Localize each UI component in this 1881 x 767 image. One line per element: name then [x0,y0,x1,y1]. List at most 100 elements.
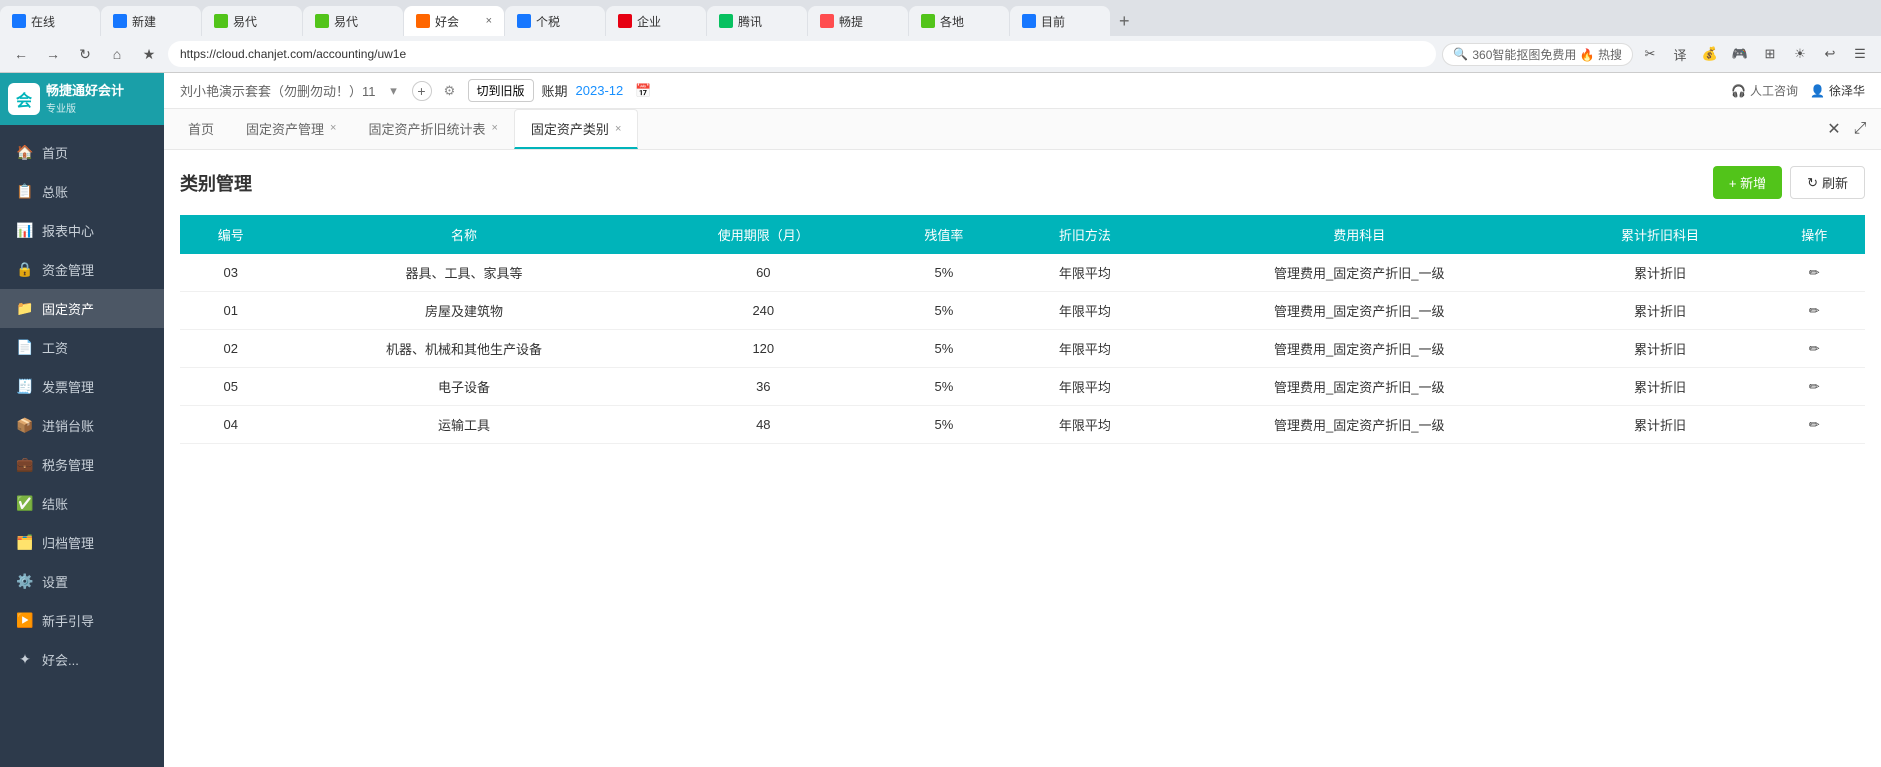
sidebar-item-more[interactable]: ✦好会... [0,640,164,679]
sidebar-item-ledger[interactable]: 📋总账 [0,172,164,211]
brightness-button[interactable]: ☀ [1787,41,1813,67]
cell-expense: 管理费用_固定资产折旧_一级 [1162,330,1557,368]
new-tab-button[interactable]: + [1111,7,1138,36]
sidebar-item-salary[interactable]: 📄工资 [0,328,164,367]
cell-name: 电子设备 [281,368,646,406]
browser-tab-t4[interactable]: 易代 [303,6,403,36]
period-value: 2023-12 [576,83,624,98]
cell-residual: 5% [880,406,1008,444]
sidebar-item-checkout[interactable]: ✅结账 [0,484,164,523]
browser-tab-t11[interactable]: 目前 [1010,6,1110,36]
address-input[interactable] [168,41,1436,67]
browser-tab-t6[interactable]: 个税 [505,6,605,36]
browser-tab-t2[interactable]: 新建 [101,6,201,36]
reload-button[interactable]: ↻ [72,41,98,67]
cut-button[interactable]: ✂ [1637,41,1663,67]
sidebar-logo-sub: 专业版 [46,100,124,115]
calendar-icon[interactable]: 📅 [635,83,651,99]
nav-label-checkout: 结账 [42,494,68,513]
content-tab-label-fixed_mgmt: 固定资产管理 [246,119,324,138]
sidebar-item-home[interactable]: 🏠首页 [0,133,164,172]
content-tab-category[interactable]: 固定资产类别× [514,109,638,149]
sidebar-item-report[interactable]: 📊报表中心 [0,211,164,250]
service-button[interactable]: 🎧 人工咨询 [1731,82,1798,99]
cell-code: 02 [180,330,281,368]
sidebar-item-fund[interactable]: 🔒资金管理 [0,250,164,289]
tab-favicon-t5 [416,14,430,28]
browser-tab-t8[interactable]: 腾讯 [707,6,807,36]
sidebar-item-tax[interactable]: 💼税务管理 [0,445,164,484]
content-tab-close-fixed_mgmt[interactable]: × [330,122,336,134]
search-bar[interactable]: 🔍 360智能抠图免费用 🔥 热搜 [1442,43,1633,66]
menu-button[interactable]: ☰ [1847,41,1873,67]
grid-button[interactable]: ⊞ [1757,41,1783,67]
period-label: 账期 [542,81,568,100]
cell-expense: 管理费用_固定资产折旧_一级 [1162,368,1557,406]
sidebar-item-guide[interactable]: ▶️新手引导 [0,601,164,640]
browser-tab-t3[interactable]: 易代 [202,6,302,36]
game-button[interactable]: 🎮 [1727,41,1753,67]
table-row: 02机器、机械和其他生产设备1205%年限平均管理费用_固定资产折旧_一级累计折… [180,330,1865,368]
page-title: 类别管理 [180,170,252,196]
close-panel-button[interactable]: ✕ [1821,116,1847,142]
edit-button[interactable]: ✏ [1763,368,1865,406]
browser-tab-t9[interactable]: 畅提 [808,6,908,36]
logo-icon: 会 [8,83,40,115]
cell-residual: 5% [880,254,1008,292]
tab-favicon-t7 [618,14,632,28]
tab-close-t5[interactable]: × [480,15,492,27]
table-header: 费用科目 [1162,215,1557,254]
search-icon: 🔍 [1453,47,1468,61]
bookmark-button[interactable]: ★ [136,41,162,67]
cell-period: 120 [647,330,880,368]
browser-tab-t1[interactable]: 在线 [0,6,100,36]
sidebar-item-inventory[interactable]: 📦进销台账 [0,406,164,445]
cell-code: 03 [180,254,281,292]
home-button[interactable]: ⌂ [104,41,130,67]
cell-method: 年限平均 [1008,254,1162,292]
sidebar-item-invoice[interactable]: 🧾发票管理 [0,367,164,406]
wallet-button[interactable]: 💰 [1697,41,1723,67]
content-tab-close-depreciation[interactable]: × [491,122,497,134]
edit-button[interactable]: ✏ [1763,292,1865,330]
cell-expense: 管理费用_固定资产折旧_一级 [1162,254,1557,292]
user-profile[interactable]: 👤 徐泽华 [1810,82,1865,99]
edit-button[interactable]: ✏ [1763,406,1865,444]
category-table: 编号名称使用期限（月）残值率折旧方法费用科目累计折旧科目操作 03器具、工具、家… [180,215,1865,444]
refresh-button[interactable]: ↻ 刷新 [1790,166,1865,199]
settings-icon[interactable]: ⚙ [440,81,460,101]
forward-button[interactable]: → [40,41,66,67]
nav-icon-fund: 🔒 [16,261,34,279]
sidebar-item-archive[interactable]: 🗂️归档管理 [0,523,164,562]
cell-name: 器具、工具、家具等 [281,254,646,292]
cell-accumulated: 累计折旧 [1557,254,1764,292]
browser-tab-t10[interactable]: 各地 [909,6,1009,36]
cell-name: 运输工具 [281,406,646,444]
edit-button[interactable]: ✏ [1763,330,1865,368]
sidebar-logo-title: 畅捷通好会计 [46,83,124,100]
tab-favicon-t8 [719,14,733,28]
account-dropdown[interactable]: ▾ [384,81,404,101]
content-tab-close-category[interactable]: × [615,123,621,135]
tab-label-t11: 目前 [1041,13,1065,30]
edit-button[interactable]: ✏ [1763,254,1865,292]
content-tab-fixed_mgmt[interactable]: 固定资产管理 × [230,110,352,149]
cell-name: 房屋及建筑物 [281,292,646,330]
back-button[interactable]: ← [8,41,34,67]
content-tab-home[interactable]: 首页 [172,110,230,149]
nav-label-invoice: 发票管理 [42,377,94,396]
translate-button[interactable]: 译 [1667,41,1693,67]
undo-button[interactable]: ↩ [1817,41,1843,67]
add-button[interactable]: + 新增 [1713,166,1782,199]
nav-label-tax: 税务管理 [42,455,94,474]
browser-tab-t5[interactable]: 好会× [404,6,504,36]
sidebar-item-settings[interactable]: ⚙️设置 [0,562,164,601]
cell-method: 年限平均 [1008,406,1162,444]
add-account-button[interactable]: + [412,81,432,101]
cell-code: 05 [180,368,281,406]
browser-tab-t7[interactable]: 企业 [606,6,706,36]
content-tab-depreciation[interactable]: 固定资产折旧统计表× [352,110,513,149]
expand-panel-button[interactable]: ⤢ [1847,116,1873,142]
switch-version-button[interactable]: 切到旧版 [468,79,534,102]
sidebar-item-fixed[interactable]: 📁固定资产 [0,289,164,328]
